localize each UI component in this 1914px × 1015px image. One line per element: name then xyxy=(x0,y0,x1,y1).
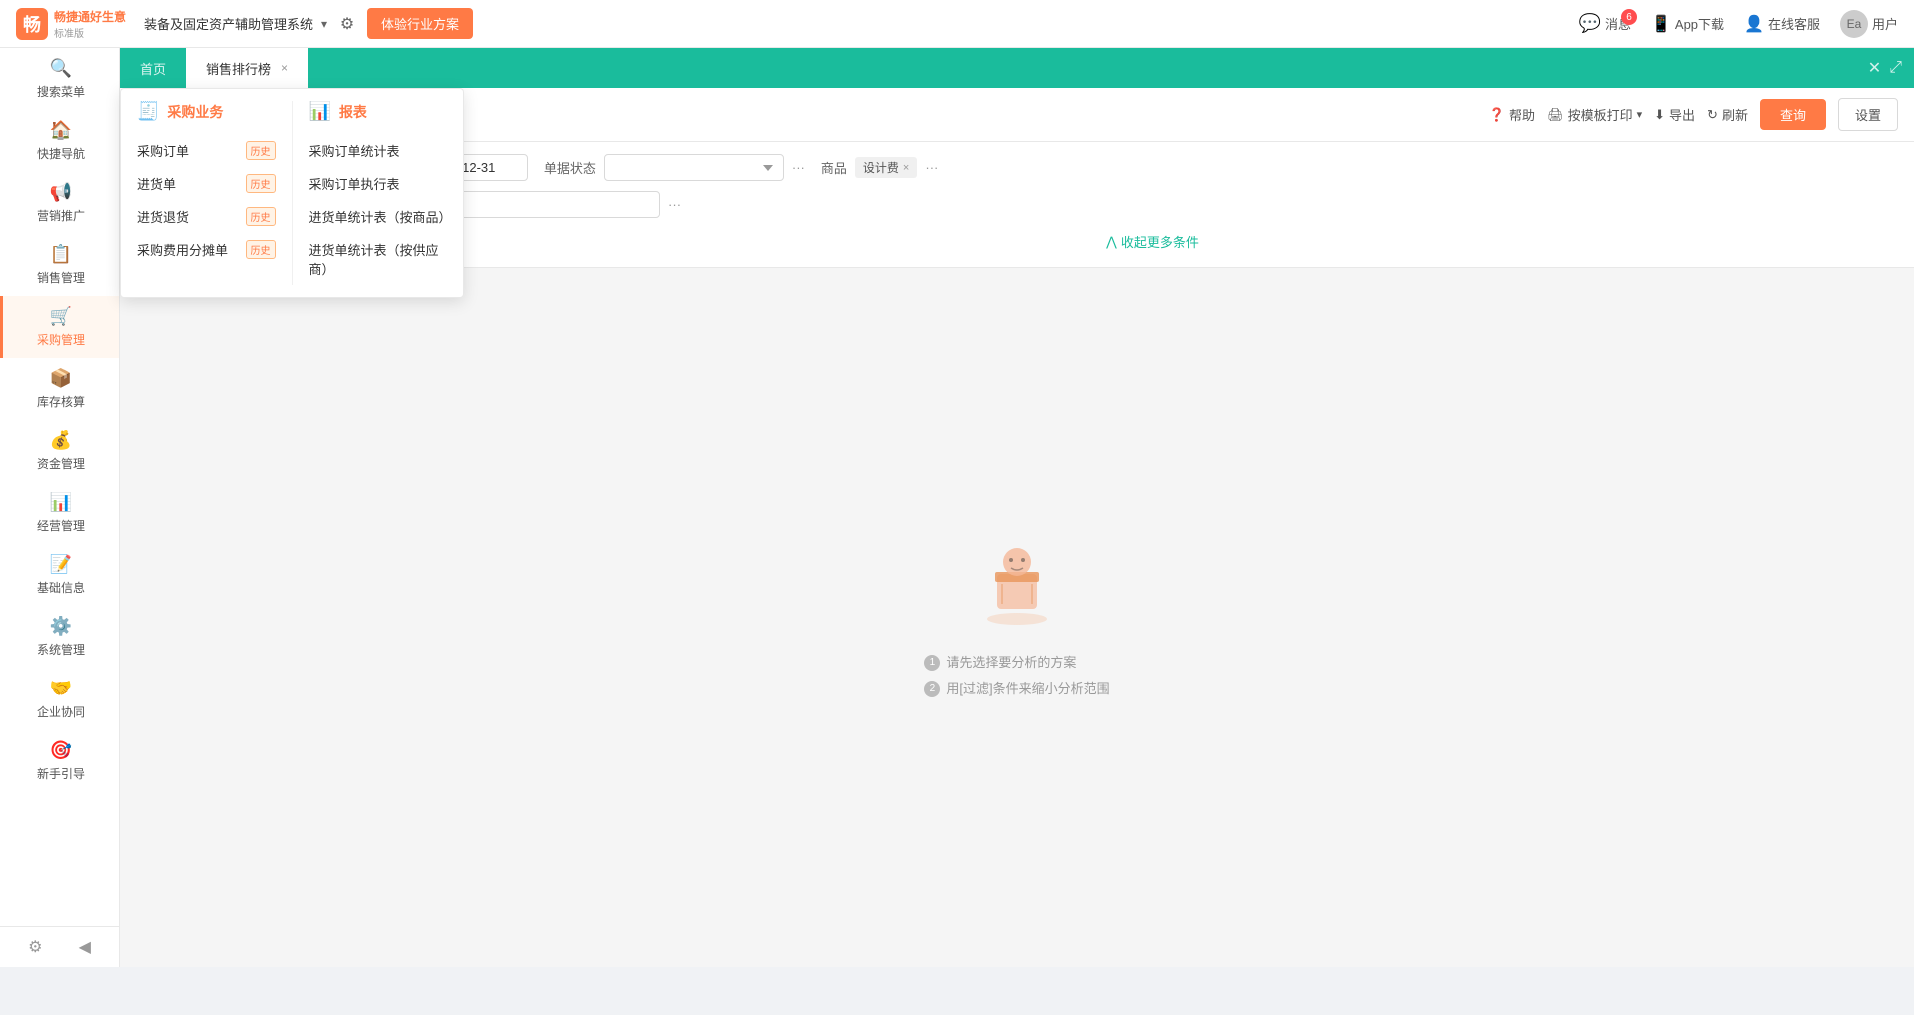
sidebar-item-cooperation[interactable]: 🤝 企业协同 xyxy=(0,668,119,730)
purchase-icon: 🛒 xyxy=(50,306,72,327)
system-dropdown-arrow[interactable]: ▾ xyxy=(321,17,327,31)
tab-close-icon[interactable]: × xyxy=(281,61,288,75)
empty-state: 1 请先选择要分析的方案 2 用[过滤]条件来缩小分析范围 xyxy=(120,268,1914,967)
basicinfo-icon: 📝 xyxy=(50,554,72,575)
salesman-input[interactable] xyxy=(460,191,660,218)
sales-icon: 📋 xyxy=(50,244,72,265)
history-badge-0: 历史 xyxy=(246,141,276,160)
purchase-menu-icon: 🧾 xyxy=(137,101,159,122)
sidebar-item-purchase[interactable]: 🛒 采购管理 xyxy=(0,296,119,358)
goods-label: 商品 xyxy=(821,158,847,177)
sidebar-item-system[interactable]: ⚙️ 系统管理 xyxy=(0,606,119,668)
user-avatar: Ea xyxy=(1840,10,1868,38)
goods-tag: 设计费 × xyxy=(855,157,917,178)
goods-filter: 商品 设计费 × ··· xyxy=(821,157,938,178)
tab-close-btn[interactable]: ✕ xyxy=(1868,58,1881,78)
sidebar-item-finance[interactable]: 💰 资金管理 xyxy=(0,420,119,482)
sidebar-item-inventory[interactable]: 📦 库存核算 xyxy=(0,358,119,420)
sidebar-bottom: ⚙ ◀ xyxy=(0,926,119,967)
sidebar-collapse-btn[interactable]: ◀ xyxy=(79,937,91,957)
empty-illustration xyxy=(967,534,1067,634)
empty-tips: 1 请先选择要分析的方案 2 用[过滤]条件来缩小分析范围 xyxy=(924,650,1109,702)
marketing-icon: 📢 xyxy=(50,182,72,203)
sidebar-item-quicknav[interactable]: 🏠 快捷导航 xyxy=(0,110,119,172)
logo-area: 畅 畅捷通好生意 标准版 xyxy=(16,8,136,40)
refresh-icon: ↻ xyxy=(1707,107,1718,123)
inventory-icon: 📦 xyxy=(50,368,72,389)
refresh-btn[interactable]: ↻ 刷新 xyxy=(1707,105,1748,124)
purchase-dropdown-menu: 🧾 采购业务 采购订单 历史 进货单 历史 进货退货 历史 采购费用分摊单 历史… xyxy=(120,88,464,298)
user-btn[interactable]: Ea 用户 xyxy=(1840,10,1898,38)
goods-more-dots[interactable]: ··· xyxy=(925,160,938,175)
purchase-menu-col: 🧾 采购业务 采购订单 历史 进货单 历史 进货退货 历史 采购费用分摊单 历史 xyxy=(121,101,292,285)
history-badge-2: 历史 xyxy=(246,207,276,226)
top-header: 畅 畅捷通好生意 标准版 装备及固定资产辅助管理系统 ▾ ⚙ 体验行业方案 💬 … xyxy=(0,0,1914,48)
menu-item-inbound-stats-supplier[interactable]: 进货单统计表（按供应商） xyxy=(305,233,452,285)
salesman-more-dots[interactable]: ··· xyxy=(668,197,681,212)
sidebar-item-search[interactable]: 🔍 搜索菜单 xyxy=(0,48,119,110)
finance-icon: 💰 xyxy=(50,430,72,451)
history-badge-3: 历史 xyxy=(246,240,276,259)
tab-bar: 首页 销售排行榜 × ✕ ⤢ xyxy=(120,48,1914,88)
notification-btn[interactable]: 💬 消息 6 xyxy=(1579,13,1631,34)
tab-maximize-btn[interactable]: ⤢ xyxy=(1889,59,1902,77)
report-menu-icon: 📊 xyxy=(309,101,331,122)
bill-status-label: 单据状态 xyxy=(544,158,596,177)
menu-item-inbound[interactable]: 进货单 历史 xyxy=(133,167,280,200)
sidebar-item-operations[interactable]: 📊 经营管理 xyxy=(0,482,119,544)
cooperation-icon: 🤝 xyxy=(50,678,72,699)
collapse-arrow-icon: ⋀ xyxy=(1106,234,1117,250)
settings-btn[interactable]: 设置 xyxy=(1838,98,1898,131)
sidebar-item-marketing[interactable]: 📢 营销推广 xyxy=(0,172,119,234)
tip2-dot: 2 xyxy=(924,681,940,697)
help-btn[interactable]: ❓ 帮助 xyxy=(1489,105,1535,124)
home-icon: 🏠 xyxy=(50,120,72,141)
menu-item-order-exec[interactable]: 采购订单执行表 xyxy=(305,167,452,200)
help-icon: ❓ xyxy=(1489,107,1505,123)
history-badge-1: 历史 xyxy=(246,174,276,193)
query-btn[interactable]: 查询 xyxy=(1760,99,1826,130)
menu-item-order-stats[interactable]: 采购订单统计表 xyxy=(305,134,452,167)
export-icon: ⬇ xyxy=(1654,107,1665,123)
bill-status-filter: 单据状态 ··· xyxy=(544,154,805,181)
bill-status-more-dots[interactable]: ··· xyxy=(792,160,805,175)
online-service-btn[interactable]: 👤 在线客服 xyxy=(1744,14,1820,34)
menu-item-purchase-order[interactable]: 采购订单 历史 xyxy=(133,134,280,167)
menu-item-inbound-stats-goods[interactable]: 进货单统计表（按商品） xyxy=(305,200,452,233)
header-center: 装备及固定资产辅助管理系统 ▾ ⚙ 体验行业方案 xyxy=(136,8,1579,39)
system-settings-icon[interactable]: ⚙ xyxy=(335,12,359,36)
purchase-menu-header: 🧾 采购业务 xyxy=(133,101,280,122)
tip1-dot: 1 xyxy=(924,655,940,671)
guide-icon: 🎯 xyxy=(50,740,72,761)
menu-item-return[interactable]: 进货退货 历史 xyxy=(133,200,280,233)
tab-home[interactable]: 首页 xyxy=(120,48,186,88)
print-btn[interactable]: 🖨 按模板打印 ▾ xyxy=(1547,105,1642,124)
system-title: 装备及固定资产辅助管理系统 xyxy=(144,14,313,33)
tab-sales-ranking[interactable]: 销售排行榜 × xyxy=(186,48,308,88)
report-menu-header: 📊 报表 xyxy=(305,101,452,122)
app-download-btn[interactable]: 📱 App下载 xyxy=(1651,14,1724,34)
sidebar-item-guide[interactable]: 🎯 新手引导 xyxy=(0,730,119,792)
tab-right-icons: ✕ ⤢ xyxy=(1868,58,1914,78)
system-icon: ⚙️ xyxy=(50,616,72,637)
header-right: 💬 消息 6 📱 App下载 👤 在线客服 Ea 用户 xyxy=(1579,10,1898,38)
export-btn[interactable]: ⬇ 导出 xyxy=(1654,105,1695,124)
sidebar-settings-btn[interactable]: ⚙ xyxy=(28,937,42,957)
sidebar-item-basicinfo[interactable]: 📝 基础信息 xyxy=(0,544,119,606)
operations-icon: 📊 xyxy=(50,492,72,513)
sidebar-item-sales[interactable]: 📋 销售管理 xyxy=(0,234,119,296)
goods-tag-close[interactable]: × xyxy=(903,162,909,174)
report-menu-col: 📊 报表 采购订单统计表 采购订单执行表 进货单统计表（按商品） 进货单统计表（… xyxy=(292,101,464,285)
menu-item-cost-alloc[interactable]: 采购费用分摊单 历史 xyxy=(133,233,280,266)
industry-btn[interactable]: 体验行业方案 xyxy=(367,8,473,39)
logo-icon: 畅 xyxy=(16,8,48,40)
collapse-btn[interactable]: ⋀ 收起更多条件 xyxy=(1106,232,1199,251)
bill-status-select[interactable] xyxy=(604,154,784,181)
notification-count: 6 xyxy=(1621,9,1637,25)
search-icon: 🔍 xyxy=(50,58,72,79)
print-icon: 🖨 xyxy=(1547,107,1564,123)
logo-text: 畅捷通好生意 标准版 xyxy=(54,8,126,40)
print-dropdown-icon: ▾ xyxy=(1637,108,1643,121)
sidebar: 🔍 搜索菜单 🏠 快捷导航 📢 营销推广 📋 销售管理 🛒 采购管理 📦 库存核… xyxy=(0,48,120,967)
